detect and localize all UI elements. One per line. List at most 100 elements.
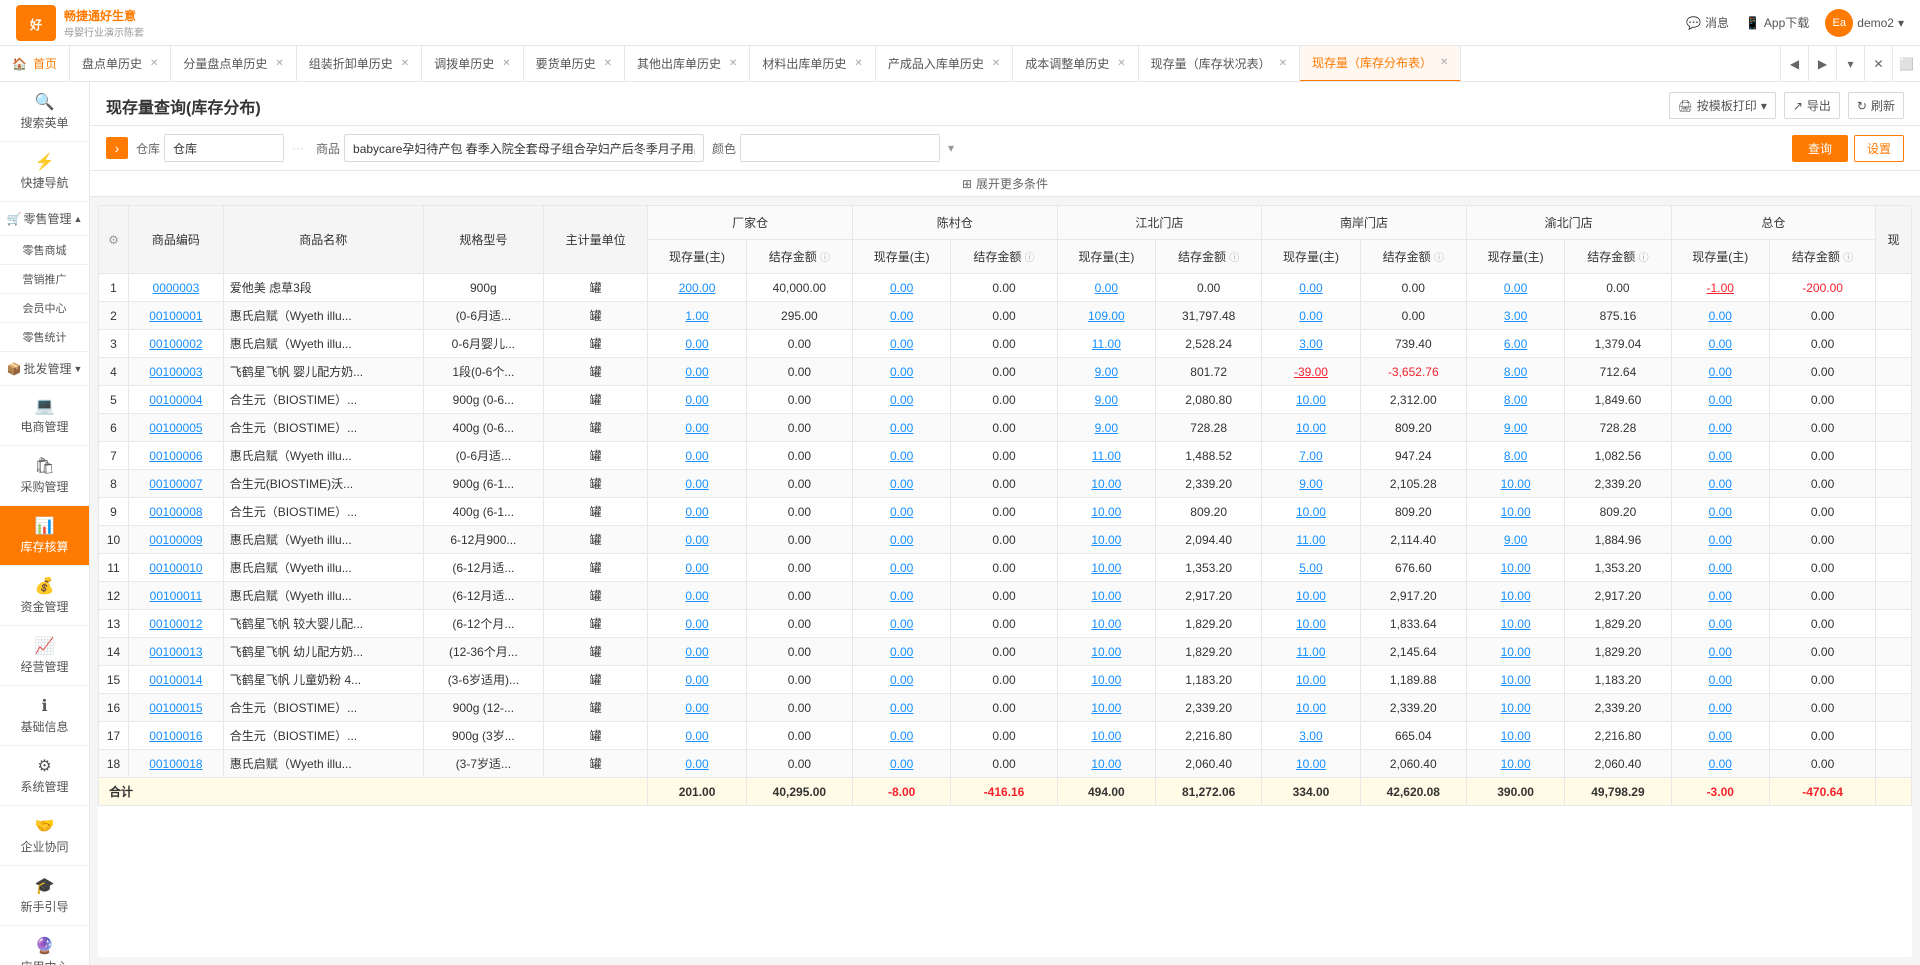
tab-transfer-history[interactable]: 调拨单历史 ✕	[422, 46, 523, 82]
tab-close-icon[interactable]: ✕	[502, 58, 510, 69]
tab-close-icon[interactable]: ✕	[275, 58, 283, 69]
row-y-qty[interactable]: 10.00	[1466, 638, 1565, 666]
row-z-qty[interactable]: 0.00	[1671, 526, 1770, 554]
tab-split-count-history[interactable]: 分量盘点单历史 ✕	[171, 46, 296, 82]
tab-next-btn[interactable]: ▶	[1808, 46, 1836, 82]
tab-stock-status[interactable]: 现存量（库存状况表） ✕	[1139, 46, 1300, 82]
row-f-qty[interactable]: 0.00	[648, 386, 747, 414]
tab-close-icon[interactable]: ✕	[150, 58, 158, 69]
row-f-qty[interactable]: 0.00	[648, 498, 747, 526]
sidebar-item-purchase[interactable]: 🛍 采购管理	[0, 446, 89, 506]
row-c-qty[interactable]: 0.00	[852, 694, 951, 722]
row-f-qty[interactable]: 0.00	[648, 694, 747, 722]
sidebar-item-retail-stats[interactable]: 零售统计	[0, 323, 89, 352]
row-f-qty[interactable]: 0.00	[648, 750, 747, 778]
row-code[interactable]: 00100006	[129, 442, 224, 470]
row-code[interactable]: 00100011	[129, 582, 224, 610]
sidebar-item-operations[interactable]: 📈 经营管理	[0, 626, 89, 686]
row-f-qty[interactable]: 0.00	[648, 582, 747, 610]
tab-close-all-btn[interactable]: ✕	[1864, 46, 1892, 82]
row-y-qty[interactable]: 8.00	[1466, 386, 1565, 414]
row-y-qty[interactable]: 10.00	[1466, 610, 1565, 638]
row-z-qty[interactable]: 0.00	[1671, 358, 1770, 386]
row-z-qty[interactable]: 0.00	[1671, 666, 1770, 694]
row-code[interactable]: 00100004	[129, 386, 224, 414]
row-j-qty[interactable]: 109.00	[1057, 302, 1156, 330]
row-y-qty[interactable]: 10.00	[1466, 750, 1565, 778]
sidebar-item-wholesale[interactable]: 📦 批发管理 ▼	[0, 352, 89, 386]
row-z-qty[interactable]: 0.00	[1671, 610, 1770, 638]
setting-btn[interactable]: 设置	[1854, 135, 1904, 162]
tab-other-outbound-history[interactable]: 其他出库单历史 ✕	[625, 46, 750, 82]
row-code[interactable]: 00100013	[129, 638, 224, 666]
tab-menu-btn[interactable]: ▾	[1836, 46, 1864, 82]
tab-material-outbound-history[interactable]: 材料出库单历史 ✕	[750, 46, 875, 82]
row-code[interactable]: 00100012	[129, 610, 224, 638]
row-c-qty[interactable]: 0.00	[852, 554, 951, 582]
row-j-qty[interactable]: 10.00	[1057, 638, 1156, 666]
row-y-qty[interactable]: 3.00	[1466, 302, 1565, 330]
row-code[interactable]: 00100016	[129, 722, 224, 750]
row-f-qty[interactable]: 0.00	[648, 666, 747, 694]
sidebar-item-search[interactable]: 🔍 搜索英单	[0, 82, 89, 142]
sidebar-item-retail-mall[interactable]: 零售商城	[0, 236, 89, 265]
row-f-qty[interactable]: 1.00	[648, 302, 747, 330]
tab-close-icon[interactable]: ✕	[1279, 58, 1287, 69]
row-code[interactable]: 00100003	[129, 358, 224, 386]
gear-icon[interactable]: ⚙	[108, 233, 119, 247]
expand-conditions-btn[interactable]: ⊞ 展开更多条件	[962, 175, 1048, 192]
sidebar-item-marketing[interactable]: 营销推广	[0, 265, 89, 294]
row-c-qty[interactable]: 0.00	[852, 470, 951, 498]
tab-inventory-count-history[interactable]: 盘点单历史 ✕	[70, 46, 171, 82]
row-y-qty[interactable]: 10.00	[1466, 694, 1565, 722]
row-c-qty[interactable]: 0.00	[852, 274, 951, 302]
row-y-qty[interactable]: 10.00	[1466, 470, 1565, 498]
row-code[interactable]: 00100005	[129, 414, 224, 442]
row-z-qty[interactable]: 0.00	[1671, 694, 1770, 722]
row-z-qty[interactable]: 0.00	[1671, 386, 1770, 414]
sidebar-item-app-center[interactable]: 🔮 应用中心	[0, 926, 89, 965]
gear-col-header[interactable]: ⚙	[99, 206, 129, 274]
row-c-qty[interactable]: 0.00	[852, 638, 951, 666]
tab-cost-adjust-history[interactable]: 成本调整单历史 ✕	[1013, 46, 1138, 82]
row-n-qty[interactable]: 11.00	[1262, 638, 1361, 666]
app-download-btn[interactable]: 📱 App下载	[1745, 14, 1809, 31]
messages-btn[interactable]: 💬 消息	[1686, 14, 1729, 31]
row-j-qty[interactable]: 11.00	[1057, 330, 1156, 358]
refresh-btn[interactable]: ↻ 刷新	[1848, 92, 1904, 119]
warehouse-input[interactable]	[164, 134, 284, 162]
row-y-qty[interactable]: 9.00	[1466, 414, 1565, 442]
tab-requisition-history[interactable]: 要货单历史 ✕	[524, 46, 625, 82]
row-n-qty[interactable]: 3.00	[1262, 722, 1361, 750]
row-c-qty[interactable]: 0.00	[852, 722, 951, 750]
row-j-qty[interactable]: 10.00	[1057, 750, 1156, 778]
row-n-qty[interactable]: 0.00	[1262, 274, 1361, 302]
row-j-qty[interactable]: 10.00	[1057, 582, 1156, 610]
sidebar-item-ecommerce[interactable]: 💻 电商管理	[0, 386, 89, 446]
tab-close-icon[interactable]: ✕	[992, 58, 1000, 69]
row-f-qty[interactable]: 0.00	[648, 638, 747, 666]
row-f-qty[interactable]: 0.00	[648, 610, 747, 638]
print-btn[interactable]: 🖨 按模板打印 ▾	[1669, 92, 1776, 119]
row-y-qty[interactable]: 8.00	[1466, 442, 1565, 470]
row-z-qty[interactable]: 0.00	[1671, 498, 1770, 526]
row-j-qty[interactable]: 10.00	[1057, 526, 1156, 554]
row-j-qty[interactable]: 10.00	[1057, 610, 1156, 638]
color-input[interactable]	[740, 134, 940, 162]
sidebar-item-member[interactable]: 会员中心	[0, 294, 89, 323]
row-j-qty[interactable]: 10.00	[1057, 666, 1156, 694]
row-n-qty[interactable]: 10.00	[1262, 386, 1361, 414]
row-n-qty[interactable]: 10.00	[1262, 414, 1361, 442]
row-z-qty[interactable]: 0.00	[1671, 638, 1770, 666]
row-f-qty[interactable]: 0.00	[648, 554, 747, 582]
sidebar-item-guide[interactable]: 🎓 新手引导	[0, 866, 89, 926]
sidebar-item-finance[interactable]: 💰 资金管理	[0, 566, 89, 626]
row-f-qty[interactable]: 0.00	[648, 414, 747, 442]
row-c-qty[interactable]: 0.00	[852, 302, 951, 330]
row-code[interactable]: 00100009	[129, 526, 224, 554]
row-n-qty[interactable]: 7.00	[1262, 442, 1361, 470]
row-z-qty[interactable]: -1.00	[1671, 274, 1770, 302]
row-f-qty[interactable]: 0.00	[648, 470, 747, 498]
row-code[interactable]: 00100014	[129, 666, 224, 694]
row-code[interactable]: 00100002	[129, 330, 224, 358]
